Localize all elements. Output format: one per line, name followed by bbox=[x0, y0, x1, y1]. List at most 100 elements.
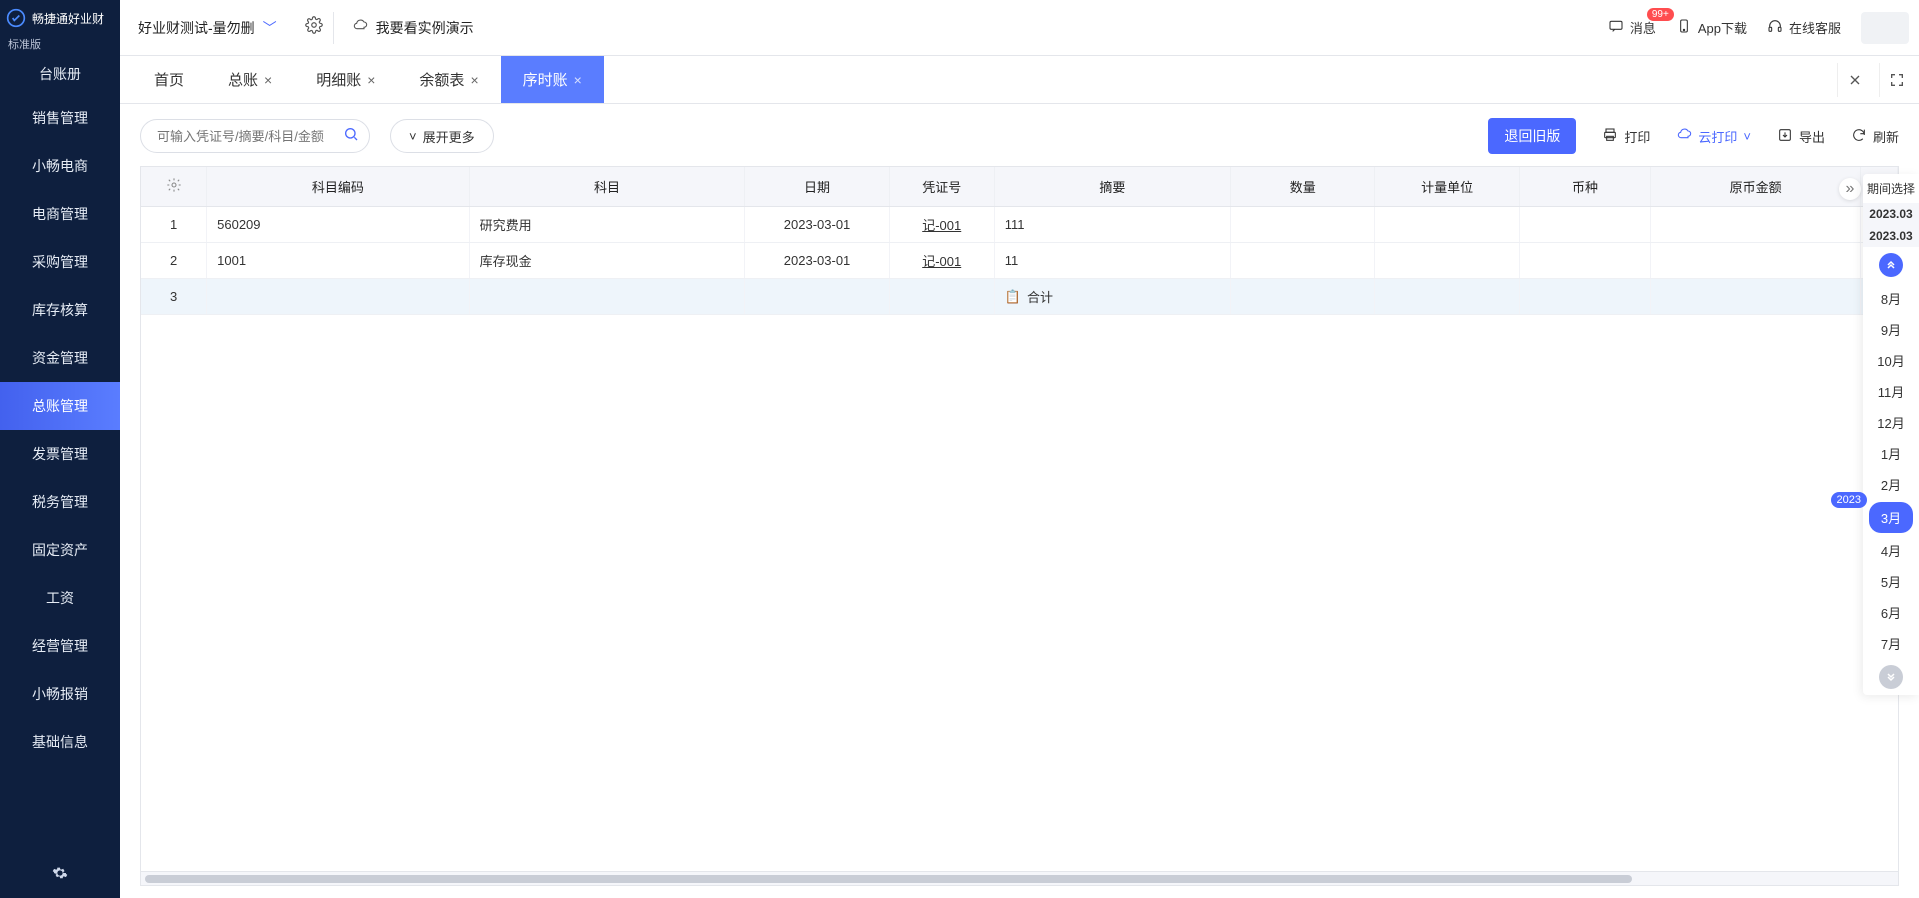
calendar-icon: 📋 bbox=[1005, 289, 1021, 305]
close-icon[interactable]: × bbox=[470, 72, 478, 88]
tab-4[interactable]: 序时账 × bbox=[501, 56, 604, 103]
tab-0[interactable]: 首页 bbox=[132, 56, 206, 103]
headset-icon bbox=[1767, 18, 1783, 37]
back-old-button[interactable]: 退回旧版 bbox=[1488, 118, 1576, 154]
support-button[interactable]: 在线客服 bbox=[1767, 18, 1841, 37]
col-voucher[interactable]: 凭证号 bbox=[889, 167, 994, 207]
sidebar-item-6[interactable]: 资金管理 bbox=[0, 334, 120, 382]
table-row[interactable]: 1560209研究费用2023-03-01记-001111 bbox=[141, 207, 1898, 243]
sidebar-item-12[interactable]: 经营管理 bbox=[0, 622, 120, 670]
cell-date: 2023-03-01 bbox=[745, 243, 889, 279]
messages-badge: 99+ bbox=[1647, 8, 1674, 21]
sidebar-item-0[interactable]: 台账册 bbox=[0, 62, 120, 94]
ledger-table: 科目编码 科目 日期 凭证号 摘要 数量 计量单位 币种 原币金额 15602 bbox=[141, 167, 1898, 315]
col-date[interactable]: 日期 bbox=[745, 167, 889, 207]
fullscreen-button[interactable] bbox=[1879, 63, 1913, 97]
logo-icon bbox=[6, 8, 26, 28]
cloud-icon bbox=[352, 18, 368, 37]
period-collapse-button[interactable]: » bbox=[1839, 178, 1861, 200]
sidebar-item-10[interactable]: 固定资产 bbox=[0, 526, 120, 574]
cell-qty bbox=[1231, 207, 1375, 243]
search-icon[interactable] bbox=[343, 126, 359, 147]
table-row[interactable]: 21001库存现金2023-03-01记-00111 bbox=[141, 243, 1898, 279]
app-download-label: App下载 bbox=[1698, 18, 1747, 37]
tenant-selector[interactable]: 好业财测试-量勿删 ﹀ bbox=[138, 18, 295, 38]
print-button[interactable]: 打印 bbox=[1602, 127, 1650, 146]
edition-label: 标准版 bbox=[0, 36, 120, 56]
avatar[interactable] bbox=[1861, 12, 1909, 44]
sidebar-item-14[interactable]: 基础信息 bbox=[0, 718, 120, 766]
period-month[interactable]: 12月 bbox=[1863, 407, 1919, 438]
cell-voucher[interactable]: 记-001 bbox=[889, 207, 994, 243]
cell-total: 📋合计 bbox=[994, 279, 1230, 315]
expand-more-button[interactable]: ˅ 展开更多 bbox=[390, 119, 494, 153]
demo-label: 我要看实例演示 bbox=[376, 18, 474, 38]
cloud-print-button[interactable]: 云打印 ˅ bbox=[1676, 127, 1751, 146]
sidebar-item-5[interactable]: 库存核算 bbox=[0, 286, 120, 334]
period-month[interactable]: 10月 bbox=[1863, 345, 1919, 376]
period-month[interactable]: 9月 bbox=[1863, 314, 1919, 345]
sidebar-item-8[interactable]: 发票管理 bbox=[0, 430, 120, 478]
period-month[interactable]: 1月 bbox=[1863, 438, 1919, 469]
period-month[interactable]: 2月 bbox=[1863, 469, 1919, 500]
col-settings[interactable] bbox=[141, 167, 207, 207]
chat-icon bbox=[1608, 18, 1624, 37]
period-month[interactable]: 11月 bbox=[1863, 376, 1919, 407]
refresh-button[interactable]: 刷新 bbox=[1851, 127, 1899, 146]
cell-summary: 11 bbox=[994, 243, 1230, 279]
settings-icon[interactable] bbox=[305, 16, 323, 39]
period-month[interactable]: 7月 bbox=[1863, 628, 1919, 659]
period-month[interactable]: 6月 bbox=[1863, 597, 1919, 628]
sidebar-item-9[interactable]: 税务管理 bbox=[0, 478, 120, 526]
cell-code: 1001 bbox=[207, 243, 470, 279]
tab-label: 余额表 bbox=[419, 69, 464, 90]
period-prev-button[interactable] bbox=[1879, 253, 1903, 277]
sidebar-item-13[interactable]: 小畅报销 bbox=[0, 670, 120, 718]
tab-label: 序时账 bbox=[523, 69, 568, 90]
col-currency[interactable]: 币种 bbox=[1519, 167, 1650, 207]
close-icon[interactable]: × bbox=[264, 72, 272, 88]
sidebar-item-3[interactable]: 电商管理 bbox=[0, 190, 120, 238]
demo-button[interactable]: 我要看实例演示 bbox=[333, 12, 474, 44]
period-month[interactable]: 3月 bbox=[1869, 502, 1913, 533]
close-all-tabs[interactable] bbox=[1837, 63, 1871, 97]
export-label: 导出 bbox=[1799, 127, 1825, 146]
horizontal-scrollbar[interactable] bbox=[141, 871, 1898, 885]
sidebar-item-2[interactable]: 小畅电商 bbox=[0, 142, 120, 190]
period-month[interactable]: 5月 bbox=[1863, 566, 1919, 597]
toolbar: ˅ 展开更多 退回旧版 打印 云打印 ˅ 导出 bbox=[120, 104, 1919, 166]
search-box[interactable] bbox=[140, 119, 370, 153]
period-end[interactable]: 2023.03 bbox=[1863, 225, 1919, 247]
period-start[interactable]: 2023.03 bbox=[1863, 203, 1919, 225]
cell-date: 2023-03-01 bbox=[745, 207, 889, 243]
period-month[interactable]: 8月 bbox=[1863, 283, 1919, 314]
col-qty[interactable]: 数量 bbox=[1231, 167, 1375, 207]
col-unit[interactable]: 计量单位 bbox=[1375, 167, 1519, 207]
close-icon[interactable]: × bbox=[574, 72, 582, 88]
sidebar-item-1[interactable]: 销售管理 bbox=[0, 94, 120, 142]
close-icon[interactable]: × bbox=[367, 72, 375, 88]
table-header-row: 科目编码 科目 日期 凭证号 摘要 数量 计量单位 币种 原币金额 bbox=[141, 167, 1898, 207]
col-original-amount[interactable]: 原币金额 bbox=[1651, 167, 1861, 207]
messages-button[interactable]: 消息 99+ bbox=[1608, 18, 1656, 37]
export-button[interactable]: 导出 bbox=[1777, 127, 1825, 146]
tab-3[interactable]: 余额表 × bbox=[397, 56, 500, 103]
col-subject[interactable]: 科目 bbox=[469, 167, 745, 207]
sidebar-item-7[interactable]: 总账管理 bbox=[0, 382, 120, 430]
expand-more-label: 展开更多 bbox=[423, 127, 475, 146]
tab-1[interactable]: 总账× bbox=[206, 56, 294, 103]
cell-voucher[interactable]: 记-001 bbox=[889, 243, 994, 279]
printer-icon bbox=[1602, 127, 1618, 146]
sidebar-settings[interactable] bbox=[0, 853, 120, 898]
col-code[interactable]: 科目编码 bbox=[207, 167, 470, 207]
sidebar-item-11[interactable]: 工资 bbox=[0, 574, 120, 622]
search-input[interactable] bbox=[157, 129, 343, 144]
chevron-down-icon: ˅ bbox=[409, 129, 417, 144]
period-month[interactable]: 4月 bbox=[1863, 535, 1919, 566]
sidebar-item-4[interactable]: 采购管理 bbox=[0, 238, 120, 286]
period-next-button[interactable] bbox=[1879, 665, 1903, 689]
tab-2[interactable]: 明细账× bbox=[294, 56, 397, 103]
app-download-button[interactable]: App下载 bbox=[1676, 18, 1747, 37]
col-summary[interactable]: 摘要 bbox=[994, 167, 1230, 207]
sidebar-header: 畅捷通好业财 bbox=[0, 0, 120, 36]
